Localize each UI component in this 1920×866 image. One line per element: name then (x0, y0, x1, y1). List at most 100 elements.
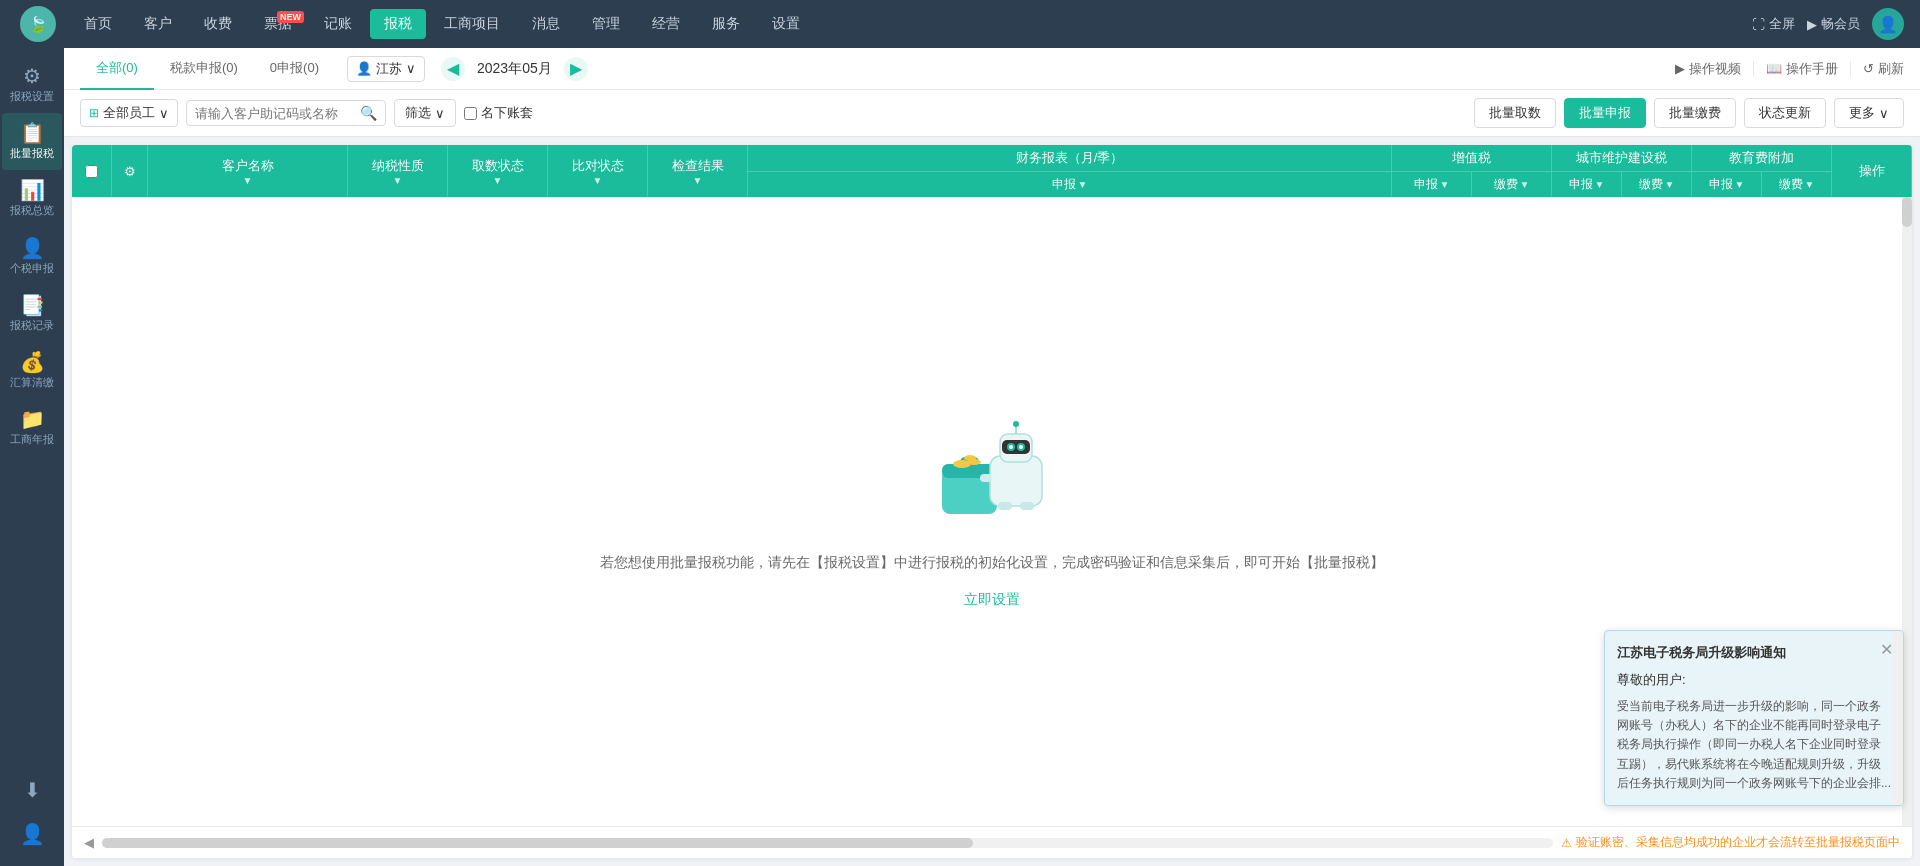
city-pay-cell: 缴费 ▼ (1622, 172, 1691, 197)
logo-icon: 🍃 (20, 6, 56, 42)
city-declare-filter-icon[interactable]: ▼ (1595, 179, 1605, 190)
checkbox-label[interactable]: 名下账套 (464, 104, 533, 122)
nav-accounting[interactable]: 记账 (310, 9, 366, 39)
horizontal-scrollbar[interactable] (102, 838, 1553, 848)
sidebar-user-btn[interactable]: 👤 (2, 814, 62, 854)
batch-pay-btn[interactable]: 批量缴费 (1654, 98, 1736, 128)
notification-content: 受当前电子税务局进一步升级的影响，同一个政务网账号（办税人）名下的企业不能再同时… (1617, 697, 1891, 793)
tabs-right: ▶ 操作视频 📖 操作手册 ↺ 刷新 (1675, 60, 1904, 78)
nav-customer[interactable]: 客户 (130, 9, 186, 39)
select-all-checkbox[interactable] (85, 165, 98, 178)
batch-declare-btn[interactable]: 批量申报 (1564, 98, 1646, 128)
sidebar-bottom: ⬇ 👤 (2, 770, 62, 866)
personal-tax-icon: 👤 (20, 238, 45, 258)
vat-group-title: 增值税 (1392, 145, 1551, 172)
account-checkbox[interactable] (464, 107, 477, 120)
batch-tax-icon: 📋 (20, 123, 45, 143)
annual-report-icon: 📁 (20, 409, 45, 429)
fin-filter-icon[interactable]: ▼ (1078, 179, 1088, 190)
nav-settings[interactable]: 设置 (758, 9, 814, 39)
table-header: ⚙ 客户名称 ▼ 纳税性质 ▼ 取数状态 ▼ 比对状态 ▼ (72, 145, 1912, 197)
name-filter-icon[interactable]: ▼ (243, 175, 253, 186)
operation-manual-btn[interactable]: 📖 操作手册 (1766, 60, 1838, 78)
sidebar-item-tax-settings[interactable]: ⚙ 报税设置 (2, 56, 62, 113)
sidebar-item-personal-tax[interactable]: 👤 个税申报 (2, 228, 62, 285)
header-checkbox[interactable] (72, 145, 112, 197)
batch-fetch-btn[interactable]: 批量取数 (1474, 98, 1556, 128)
fullscreen-btn[interactable]: ⛶ 全屏 (1752, 15, 1795, 33)
header-gear[interactable]: ⚙ (112, 145, 148, 197)
robot-illustration (932, 414, 1052, 534)
sidebar: ⚙ 报税设置 📋 批量报税 📊 报税总览 👤 个税申报 📑 报税记录 💰 汇算清… (0, 48, 64, 866)
notification-close-btn[interactable]: ✕ (1880, 637, 1893, 663)
filter-button[interactable]: 筛选 ∨ (394, 99, 456, 127)
manual-icon: 📖 (1766, 61, 1782, 76)
notification-scrollbar[interactable] (1893, 631, 1903, 805)
nav-operation[interactable]: 经营 (638, 9, 694, 39)
month-display: 2023年05月 (477, 60, 552, 78)
status-update-btn[interactable]: 状态更新 (1744, 98, 1826, 128)
nav-manage[interactable]: 管理 (578, 9, 634, 39)
nav-fee[interactable]: 收费 (190, 9, 246, 39)
scroll-left-btn[interactable]: ◀ (84, 835, 94, 850)
tab-all[interactable]: 全部(0) (80, 48, 154, 90)
more-btn[interactable]: 更多 ∨ (1834, 98, 1904, 128)
nav-message[interactable]: 消息 (518, 9, 574, 39)
sidebar-item-tax-overview[interactable]: 📊 报税总览 (2, 170, 62, 227)
fullscreen-icon: ⛶ (1752, 17, 1765, 32)
sidebar-download-btn[interactable]: ⬇ (2, 770, 62, 810)
sidebar-item-settlement[interactable]: 💰 汇算清缴 (2, 342, 62, 399)
header-financial-group: 财务报表（月/季） 申报 ▼ (748, 145, 1392, 197)
nav-service[interactable]: 服务 (698, 9, 754, 39)
check-filter-icon[interactable]: ▼ (693, 175, 703, 186)
vat-pay-filter-icon[interactable]: ▼ (1520, 179, 1530, 190)
province-person-icon: 👤 (356, 61, 372, 76)
horizontal-scrollbar-thumb (102, 838, 973, 848)
member-btn[interactable]: ▶ 畅会员 (1807, 15, 1860, 33)
financial-group-cells: 申报 ▼ (748, 172, 1391, 197)
top-navigation: 🍃 首页 客户 收费 票据 NEW 记账 报税 工商项目 消息 管理 经营 服务… (0, 0, 1920, 48)
month-next-btn[interactable]: ▶ (564, 57, 588, 81)
filter-bar: ⊞ 全部员工 ∨ 🔍 筛选 ∨ 名下账套 批量取数 批量申报 批量缴费 状态更新 (64, 90, 1920, 137)
tax-record-icon: 📑 (20, 295, 45, 315)
nav-invoice[interactable]: 票据 NEW (250, 9, 306, 39)
logo[interactable]: 🍃 (16, 2, 60, 46)
vat-declare-filter-icon[interactable]: ▼ (1440, 179, 1450, 190)
nav-home[interactable]: 首页 (70, 9, 126, 39)
nav-right: ⛶ 全屏 ▶ 畅会员 👤 (1752, 8, 1904, 40)
sidebar-item-annual-report[interactable]: 📁 工商年报 (2, 399, 62, 456)
fetch-filter-icon[interactable]: ▼ (493, 175, 503, 186)
city-pay-filter-icon[interactable]: ▼ (1665, 179, 1675, 190)
settlement-icon: 💰 (20, 352, 45, 372)
sidebar-item-batch-tax[interactable]: 📋 批量报税 (2, 113, 62, 170)
refresh-icon: ↺ (1863, 61, 1874, 76)
sidebar-item-tax-record[interactable]: 📑 报税记录 (2, 285, 62, 342)
edu-pay-filter-icon[interactable]: ▼ (1805, 179, 1815, 190)
tabs-bar: 全部(0) 税款申报(0) 0申报(0) 👤 江苏 ∨ ◀ 2023年05月 ▶… (64, 48, 1920, 90)
search-input[interactable] (195, 106, 356, 121)
tab-declare[interactable]: 税款申报(0) (154, 48, 254, 90)
search-button[interactable]: 🔍 (360, 105, 377, 121)
avatar[interactable]: 👤 (1872, 8, 1904, 40)
search-input-wrap: 🔍 (186, 100, 386, 126)
month-prev-btn[interactable]: ◀ (441, 57, 465, 81)
edu-declare-filter-icon[interactable]: ▼ (1735, 179, 1745, 190)
nav-business[interactable]: 工商项目 (430, 9, 514, 39)
empty-text: 若您想使用批量报税功能，请先在【报税设置】中进行报税的初始化设置，完成密码验证和… (600, 550, 1384, 575)
month-nav: ◀ 2023年05月 ▶ (441, 57, 588, 81)
nav-tax[interactable]: 报税 (370, 9, 426, 39)
employee-select[interactable]: ⊞ 全部员工 ∨ (80, 99, 178, 127)
play-icon: ▶ (1807, 17, 1817, 32)
province-selector[interactable]: 👤 江苏 ∨ (347, 56, 425, 82)
vat-declare-cell: 申报 ▼ (1392, 172, 1472, 197)
refresh-btn[interactable]: ↺ 刷新 (1863, 60, 1904, 78)
compare-filter-icon[interactable]: ▼ (593, 175, 603, 186)
main-layout: ⚙ 报税设置 📋 批量报税 📊 报税总览 👤 个税申报 📑 报税记录 💰 汇算清… (0, 48, 1920, 866)
tax-nature-filter-icon[interactable]: ▼ (393, 175, 403, 186)
tab-zero-declare[interactable]: 0申报(0) (254, 48, 335, 90)
setup-link[interactable]: 立即设置 (964, 591, 1020, 609)
video-icon: ▶ (1675, 61, 1685, 76)
edu-group-cells: 申报 ▼ 缴费 ▼ (1692, 172, 1831, 197)
content-area: 全部(0) 税款申报(0) 0申报(0) 👤 江苏 ∨ ◀ 2023年05月 ▶… (64, 48, 1920, 866)
operation-video-btn[interactable]: ▶ 操作视频 (1675, 60, 1741, 78)
